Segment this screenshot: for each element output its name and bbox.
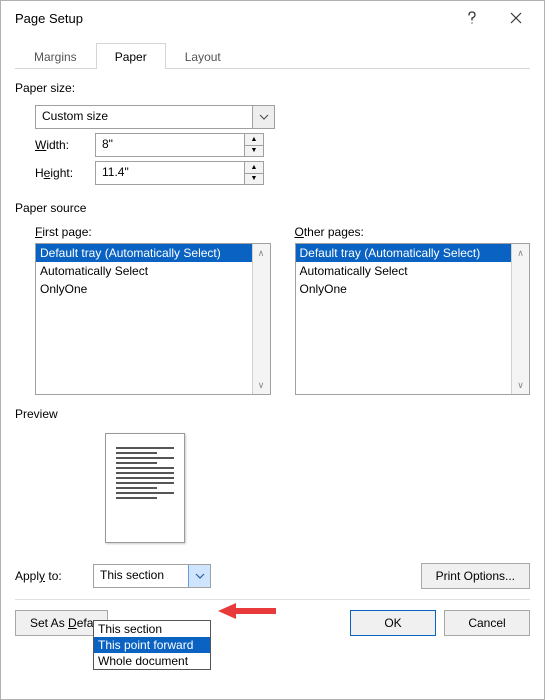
width-label: Width:	[35, 138, 95, 152]
scroll-up-icon: ∧	[512, 244, 529, 262]
close-button[interactable]	[494, 3, 538, 33]
chevron-down-icon	[188, 565, 210, 587]
list-item[interactable]: OnlyOne	[296, 280, 512, 298]
scroll-down-icon: ∨	[253, 376, 270, 394]
tab-margins[interactable]: Margins	[15, 43, 96, 69]
list-item[interactable]: Automatically Select	[36, 262, 252, 280]
height-input[interactable]: 11.4"	[95, 161, 245, 185]
apply-to-combo[interactable]: This section	[93, 564, 211, 588]
scrollbar[interactable]: ∧∨	[252, 244, 270, 394]
dropdown-option[interactable]: This point forward	[94, 637, 210, 653]
scroll-up-icon: ∧	[253, 244, 270, 262]
spin-up-icon: ▲	[245, 134, 263, 146]
paper-size-label: Paper size:	[15, 81, 530, 95]
spin-up-icon: ▲	[245, 162, 263, 174]
height-spinner[interactable]: ▲▼	[244, 161, 264, 185]
list-item[interactable]: Automatically Select	[296, 262, 512, 280]
close-icon	[510, 12, 522, 24]
help-icon	[467, 11, 477, 25]
page-setup-dialog: Page Setup Margins Paper Layout Paper si…	[0, 0, 545, 700]
ok-button[interactable]: OK	[350, 610, 436, 636]
apply-to-dropdown[interactable]: This section This point forward Whole do…	[93, 620, 211, 670]
width-input[interactable]: 8"	[95, 133, 245, 157]
paper-size-value: Custom size	[36, 106, 252, 128]
paper-size-combo[interactable]: Custom size	[35, 105, 275, 129]
other-pages-listbox[interactable]: Default tray (Automatically Select) Auto…	[295, 243, 531, 395]
print-options-button[interactable]: Print Options...	[421, 563, 530, 589]
titlebar: Page Setup	[1, 1, 544, 35]
chevron-down-icon	[252, 106, 274, 128]
width-spinner[interactable]: ▲▼	[244, 133, 264, 157]
annotation-arrow-icon	[218, 601, 278, 621]
preview-page	[105, 433, 185, 543]
first-page-listbox[interactable]: Default tray (Automatically Select) Auto…	[35, 243, 271, 395]
list-item[interactable]: Default tray (Automatically Select)	[36, 244, 252, 262]
tab-bar: Margins Paper Layout	[15, 41, 530, 69]
cancel-button[interactable]: Cancel	[444, 610, 530, 636]
list-item[interactable]: Default tray (Automatically Select)	[296, 244, 512, 262]
apply-to-value: This section	[94, 565, 188, 587]
other-pages-label: Other pages:	[295, 225, 531, 239]
list-item[interactable]: OnlyOne	[36, 280, 252, 298]
preview-label: Preview	[15, 407, 530, 421]
first-page-label: First page:	[35, 225, 271, 239]
scrollbar[interactable]: ∧∨	[511, 244, 529, 394]
height-label: Height:	[35, 166, 95, 180]
spin-down-icon: ▼	[245, 146, 263, 157]
apply-to-label: Apply to:	[15, 569, 93, 583]
scroll-down-icon: ∨	[512, 376, 529, 394]
dropdown-option[interactable]: This section	[94, 621, 210, 637]
spin-down-icon: ▼	[245, 174, 263, 185]
help-button[interactable]	[450, 3, 494, 33]
dropdown-option[interactable]: Whole document	[94, 653, 210, 669]
paper-source-label: Paper source	[15, 201, 530, 215]
window-title: Page Setup	[15, 11, 450, 26]
tab-paper[interactable]: Paper	[96, 43, 166, 69]
tab-layout[interactable]: Layout	[166, 43, 240, 69]
